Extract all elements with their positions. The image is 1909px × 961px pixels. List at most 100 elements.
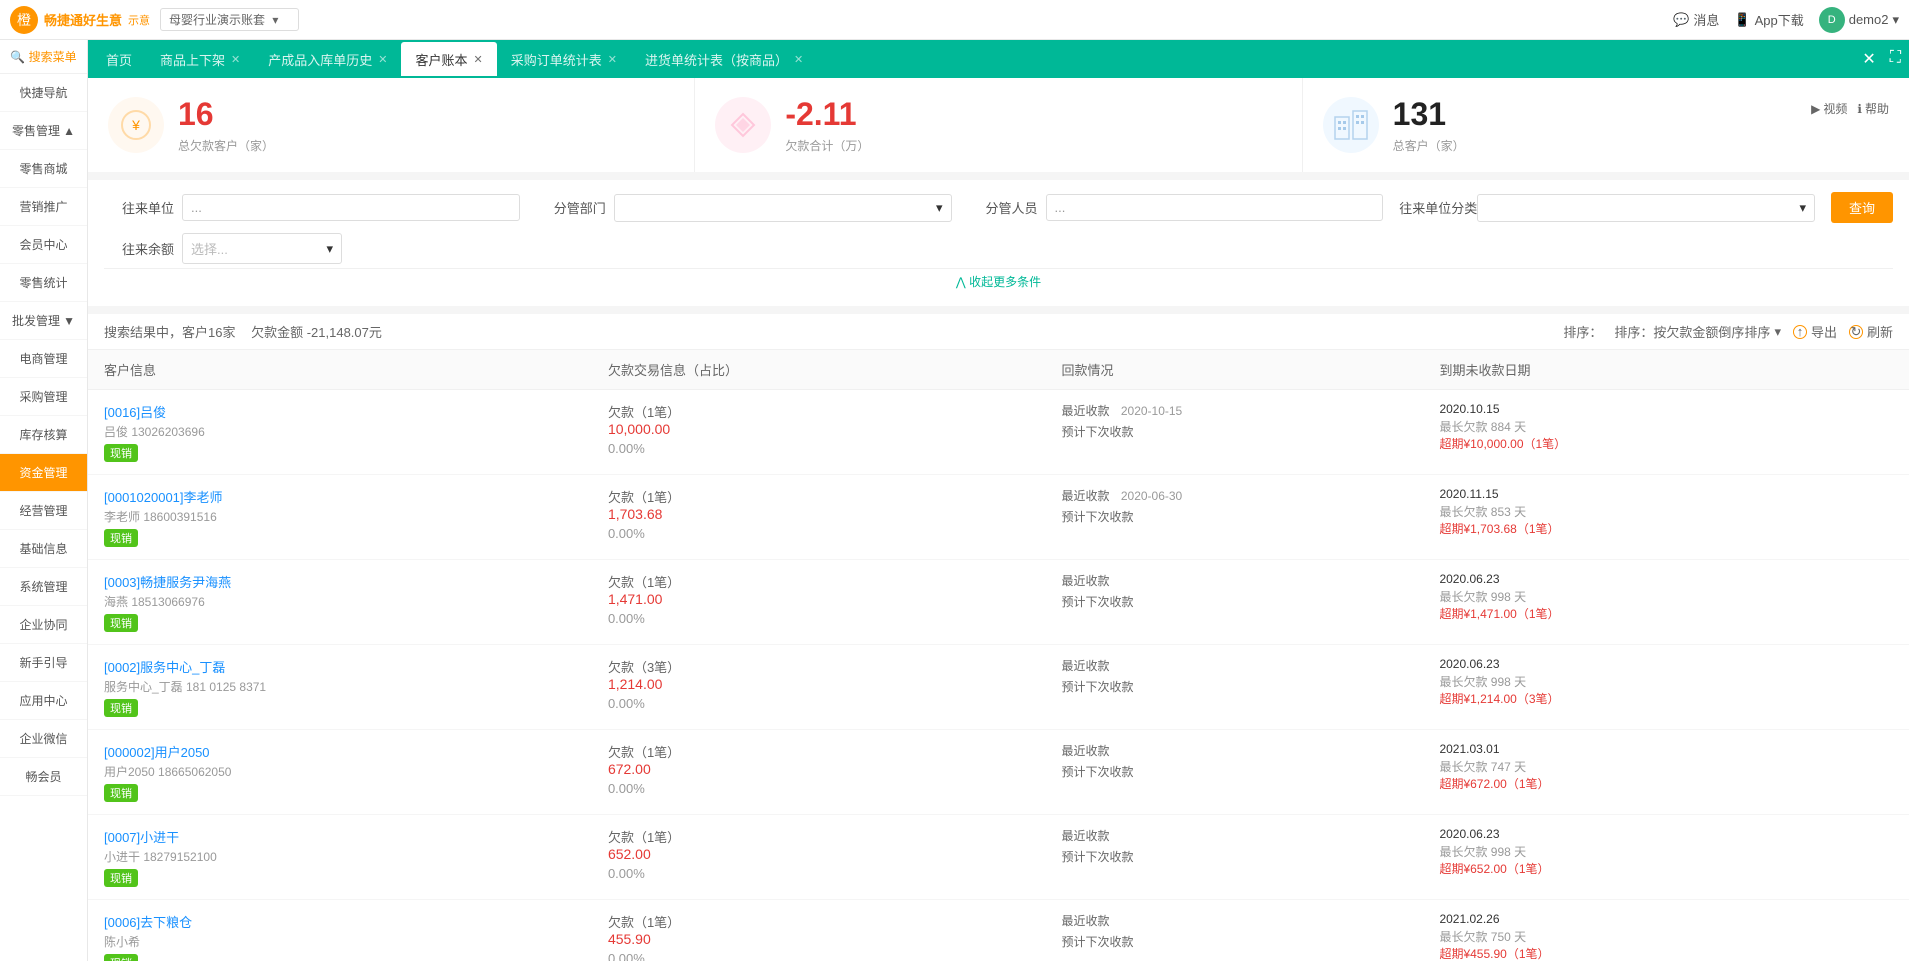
search-button[interactable]: 查询 <box>1831 192 1893 223</box>
debt-percent: 0.00% <box>608 441 1062 456</box>
filter-input-person[interactable]: ... <box>1046 194 1384 221</box>
refresh-btn[interactable]: ↻ 刷新 <box>1849 322 1893 341</box>
app-download-btn[interactable]: 📱 App下载 <box>1734 10 1803 29</box>
filter-select-dept[interactable]: ▾ <box>614 194 952 222</box>
overdue-amount-link[interactable]: 超期¥1,703.68（1笔） <box>1439 522 1559 536</box>
filter-label-unit: 往来单位 <box>104 198 174 217</box>
col-header-debt: 欠款交易信息（占比） <box>608 360 1062 379</box>
tab-product-listing[interactable]: 商品上下架 ✕ <box>146 42 254 76</box>
overdue-amount-link[interactable]: 超期¥1,214.00（3笔） <box>1439 692 1559 706</box>
close-icon[interactable]: ✕ <box>608 53 617 66</box>
summary-cards: ¥ 16 总欠款客户（家） <box>88 78 1909 172</box>
sidebar-item-ecommerce[interactable]: 电商管理 <box>0 340 87 378</box>
col-header-customer: 客户信息 <box>104 360 608 379</box>
sidebar-item-wechat[interactable]: 企业微信 <box>0 720 87 758</box>
logo-icon: 橙 <box>10 6 38 34</box>
debt-count: 欠款（1笔） <box>608 572 1062 591</box>
customer-tag: 现销 <box>104 784 138 802</box>
close-icon[interactable]: ✕ <box>794 53 803 66</box>
sidebar-item-purchase[interactable]: 采购管理 <box>0 378 87 416</box>
tab-customer-ledger[interactable]: 客户账本 ✕ <box>401 42 496 76</box>
card-icon-diamond <box>715 97 771 153</box>
customer-phone: 李老师 18600391516 <box>104 508 608 525</box>
tab-maximize-icon[interactable]: ⛶ <box>1886 49 1905 69</box>
overdue-amount-link[interactable]: 超期¥1,471.00（1笔） <box>1439 607 1559 621</box>
filter-select-category[interactable]: ▾ <box>1477 194 1815 222</box>
debt-total-number: -2.11 <box>785 96 869 133</box>
sidebar-item-fast-nav[interactable]: 快捷导航 <box>0 74 87 112</box>
video-btn[interactable]: ▶ 视频 <box>1811 100 1847 117</box>
sidebar-item-inventory[interactable]: 库存核算 <box>0 416 87 454</box>
customer-name-link[interactable]: [000002]用户2050 <box>104 745 210 760</box>
tab-close-all-icon[interactable]: ✕ <box>1858 49 1879 69</box>
chevron-icon: ▼ <box>63 314 75 328</box>
message-btn[interactable]: 💬 消息 <box>1673 10 1719 29</box>
overdue-amount-link[interactable]: 超期¥672.00（1笔） <box>1439 777 1549 791</box>
sidebar-item-marketing[interactable]: 营销推广 <box>0 188 87 226</box>
customer-name-link[interactable]: [0003]畅捷服务尹海燕 <box>104 575 231 590</box>
customer-tag: 现销 <box>104 699 138 717</box>
chevron-down-icon: ▾ <box>1892 12 1899 28</box>
overdue-amount-link[interactable]: 超期¥10,000.00（1笔） <box>1439 437 1566 451</box>
sidebar-item-newbie[interactable]: 新手引导 <box>0 644 87 682</box>
overdue-amount-link[interactable]: 超期¥455.90（1笔） <box>1439 947 1549 961</box>
results-debt-text: 欠款金额 -21,148.07元 <box>251 325 382 340</box>
overdue-cell: 2020.06.23 最长欠款 998 天 超期¥1,471.00（1笔） <box>1439 572 1893 632</box>
sidebar-item-retail-mgmt[interactable]: 零售管理 ▲ <box>0 112 87 150</box>
customer-name-link[interactable]: [0001020001]李老师 <box>104 490 223 505</box>
close-icon[interactable]: ✕ <box>474 53 483 66</box>
customer-name-link[interactable]: [0016]吕俊 <box>104 405 166 420</box>
last-collection-label: 最近收款 <box>1061 659 1109 673</box>
sort-label: 排序： <box>1563 322 1602 341</box>
sidebar-item-retail-stats[interactable]: 零售统计 <box>0 264 87 302</box>
sidebar-item-wholesale[interactable]: 批发管理 ▼ <box>0 302 87 340</box>
customer-phone: 服务中心_丁磊 181 0125 8371 <box>104 678 608 695</box>
sidebar-item-retail-mall[interactable]: 零售商城 <box>0 150 87 188</box>
customer-phone: 陈小希 <box>104 933 608 950</box>
last-collection-label: 最近收款 <box>1061 574 1109 588</box>
due-date: 2021.02.26 <box>1439 912 1893 926</box>
sidebar-item-apps[interactable]: 应用中心 <box>0 682 87 720</box>
debt-percent: 0.00% <box>608 696 1062 711</box>
customer-info-cell: [0016]吕俊 吕俊 13026203696 现销 <box>104 402 608 462</box>
customer-tag: 现销 <box>104 869 138 887</box>
customer-name-link[interactable]: [0007]小进干 <box>104 830 179 845</box>
sidebar-item-enterprise[interactable]: 企业协同 <box>0 606 87 644</box>
sort-select[interactable]: 排序：按欠款金额倒序排序 ▾ <box>1614 322 1781 341</box>
close-icon[interactable]: ✕ <box>231 53 240 66</box>
tab-goods-stats[interactable]: 进货单统计表（按商品） ✕ <box>631 42 817 76</box>
filter-input-unit[interactable]: ... <box>182 194 520 221</box>
due-date: 2020.06.23 <box>1439 657 1893 671</box>
export-btn[interactable]: ↑ 导出 <box>1793 322 1837 341</box>
tab-production-history[interactable]: 产成品入库单历史 ✕ <box>254 42 401 76</box>
top-bar: 橙 畅捷通好生意 示意 母婴行业演示账套 ▾ 💬 消息 📱 App下载 D de… <box>0 0 1909 40</box>
sidebar-item-basic[interactable]: 基础信息 <box>0 530 87 568</box>
user-menu[interactable]: D demo2 ▾ <box>1819 7 1899 33</box>
customer-name-link[interactable]: [0006]去下粮仓 <box>104 915 192 930</box>
customer-name-link[interactable]: [0002]服务中心_丁磊 <box>104 660 225 675</box>
debt-info-cell: 欠款（3笔） 1,214.00 0.00% <box>608 657 1062 717</box>
sidebar-item-finance[interactable]: 资金管理 <box>0 454 87 492</box>
debt-customers-label: 总欠款客户（家） <box>178 137 274 154</box>
help-btn[interactable]: ℹ 帮助 <box>1857 100 1889 117</box>
store-name: 母婴行业演示账套 <box>169 13 265 27</box>
sidebar-item-member[interactable]: 会员中心 <box>0 226 87 264</box>
debt-total-label: 欠款合计（万） <box>785 137 869 154</box>
sidebar-nav: 快捷导航 零售管理 ▲ 零售商城 营销推广 会员中心 零售统计 批发管理 ▼ 电… <box>0 74 87 796</box>
tab-home[interactable]: 首页 <box>92 42 146 76</box>
customer-info-cell: [0007]小进干 小进干 18279152100 现销 <box>104 827 608 887</box>
sidebar-search[interactable]: 🔍 搜索菜单 <box>0 40 87 74</box>
customer-info-cell: [0002]服务中心_丁磊 服务中心_丁磊 181 0125 8371 现销 <box>104 657 608 717</box>
close-icon[interactable]: ✕ <box>378 53 387 66</box>
collection-cell: 最近收款 预计下次收款 <box>1061 572 1439 632</box>
sidebar-item-operation[interactable]: 经营管理 <box>0 492 87 530</box>
store-selector[interactable]: 母婴行业演示账套 ▾ <box>160 8 299 31</box>
sidebar-item-system[interactable]: 系统管理 <box>0 568 87 606</box>
collapse-btn[interactable]: ⋀ 收起更多条件 <box>104 268 1893 294</box>
filter-select-balance[interactable]: 选择... ▾ <box>182 233 342 264</box>
sidebar-item-vip[interactable]: 畅会员 <box>0 758 87 796</box>
overdue-amount-link[interactable]: 超期¥652.00（1笔） <box>1439 862 1549 876</box>
tab-purchase-stats[interactable]: 采购订单统计表 ✕ <box>497 42 631 76</box>
debt-info-cell: 欠款（1笔） 455.90 0.00% <box>608 912 1062 961</box>
due-date: 2020.10.15 <box>1439 402 1893 416</box>
